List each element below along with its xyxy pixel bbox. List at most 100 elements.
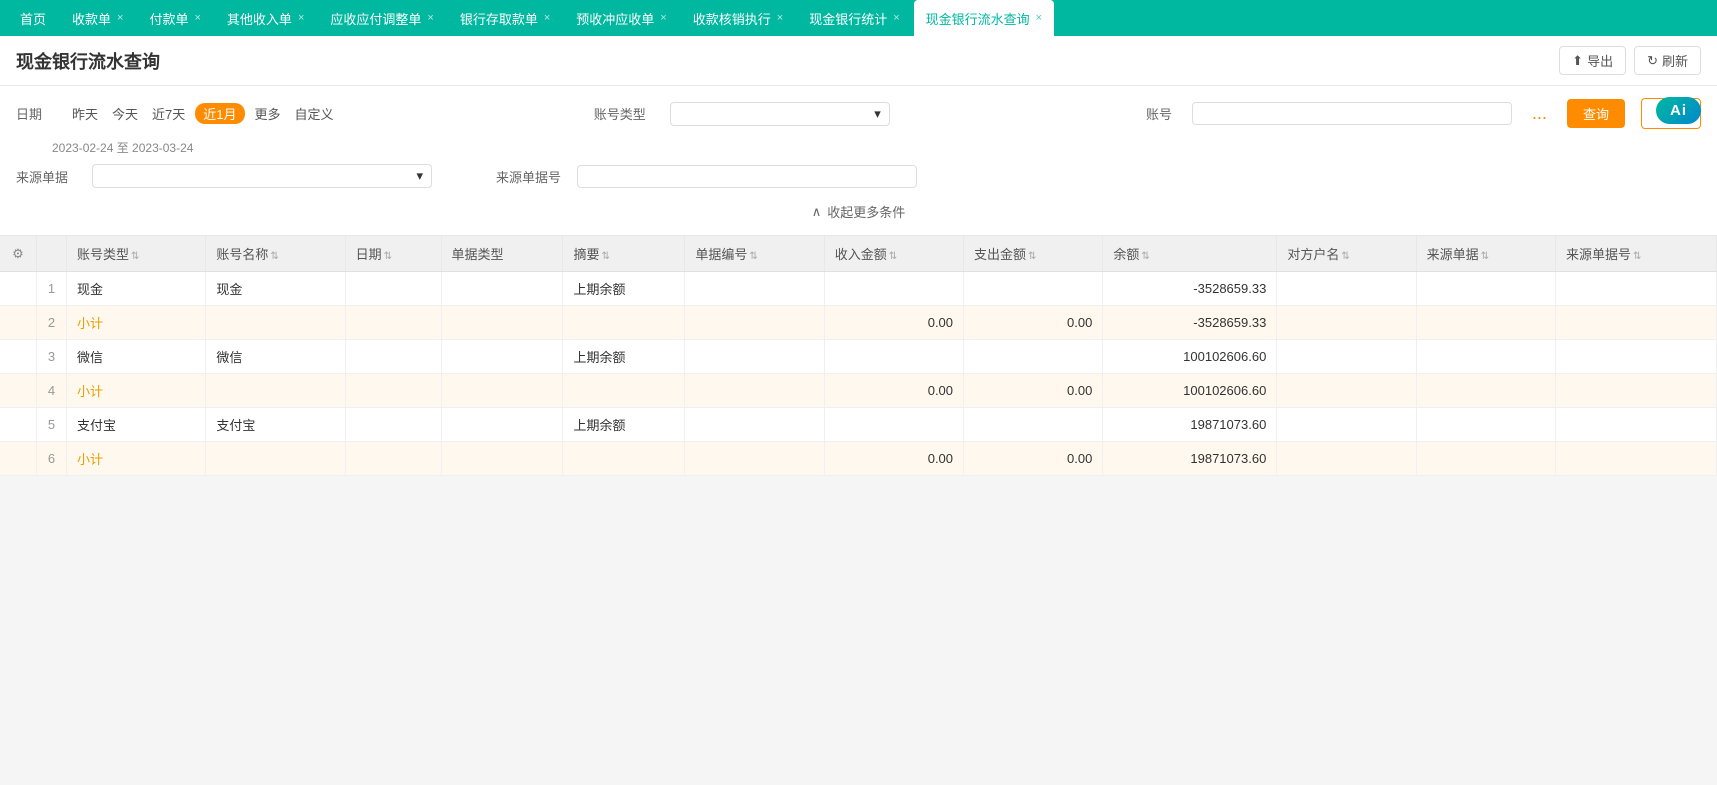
nav-tab-other-income[interactable]: 其他收入单 × — [215, 0, 316, 36]
summary-cell — [563, 374, 685, 408]
top-nav: 首页 收款单 × 付款单 × 其他收入单 × 应收应付调整单 × 银行存取款单 … — [0, 0, 1717, 36]
date-cell — [345, 442, 441, 476]
balance-cell: 19871073.60 — [1103, 408, 1277, 442]
nav-tab-payment[interactable]: 付款单 × — [137, 0, 212, 36]
summary-cell — [563, 306, 685, 340]
col-doc-no[interactable]: 单据编号⇅ — [685, 236, 824, 272]
ai-button[interactable]: Ai — [1656, 97, 1701, 124]
row-num-cell: 6 — [37, 442, 67, 476]
col-expense[interactable]: 支出金额⇅ — [964, 236, 1103, 272]
col-summary[interactable]: 摘要⇅ — [563, 236, 685, 272]
query-button[interactable]: 查询 — [1567, 99, 1625, 128]
income-cell — [824, 340, 963, 374]
col-source-doc[interactable]: 来源单据⇅ — [1416, 236, 1555, 272]
col-doc-type: 单据类型 — [441, 236, 563, 272]
close-icon[interactable]: × — [427, 12, 433, 24]
table-row[interactable]: 4小计0.000.00100102606.60 — [0, 374, 1717, 408]
nav-tab-receipt-verify[interactable]: 收款核销执行 × — [681, 0, 795, 36]
col-counterpart[interactable]: 对方户名⇅ — [1277, 236, 1416, 272]
doc-no-cell — [685, 272, 824, 306]
date-today[interactable]: 今天 — [108, 103, 142, 124]
dots-button[interactable]: ... — [1528, 103, 1551, 124]
col-account-type[interactable]: 账号类型⇅ — [67, 236, 206, 272]
nav-tab-pre-receipt[interactable]: 预收冲应收单 × — [564, 0, 678, 36]
date-cell — [345, 374, 441, 408]
date-yesterday[interactable]: 昨天 — [68, 103, 102, 124]
source-doc-no-cell — [1555, 272, 1716, 306]
table-header-row: ⚙ 账号类型⇅ 账号名称⇅ 日期⇅ 单据类型 摘要⇅ 单据编号⇅ 收入金额⇅ 支… — [0, 236, 1717, 272]
date-custom[interactable]: 自定义 — [291, 103, 338, 124]
refresh-button[interactable]: ↻ 刷新 — [1634, 46, 1701, 75]
balance-cell: 19871073.60 — [1103, 442, 1277, 476]
col-gear-cell — [0, 272, 37, 306]
col-balance[interactable]: 余额⇅ — [1103, 236, 1277, 272]
page-header: 现金银行流水查询 ⬆ 导出 ↻ 刷新 — [0, 36, 1717, 86]
account-label: 账号 — [1146, 104, 1176, 123]
col-income[interactable]: 收入金额⇅ — [824, 236, 963, 272]
close-icon[interactable]: × — [544, 12, 550, 24]
expense-cell — [964, 272, 1103, 306]
source-doc-no-cell — [1555, 442, 1716, 476]
source-doc-no-input[interactable] — [577, 165, 917, 188]
col-source-doc-no[interactable]: 来源单据号⇅ — [1555, 236, 1716, 272]
row-num-cell: 5 — [37, 408, 67, 442]
table-row[interactable]: 5支付宝支付宝上期余额19871073.60 — [0, 408, 1717, 442]
row-num-cell: 3 — [37, 340, 67, 374]
close-icon[interactable]: × — [1036, 12, 1042, 24]
income-cell — [824, 272, 963, 306]
income-cell — [824, 408, 963, 442]
table-row[interactable]: 1现金现金上期余额-3528659.33 — [0, 272, 1717, 306]
source-doc-cell — [1416, 306, 1555, 340]
date-recent7[interactable]: 近7天 — [148, 103, 189, 124]
row-num-cell: 1 — [37, 272, 67, 306]
source-doc-no-cell — [1555, 340, 1716, 374]
export-icon: ⬆ — [1572, 53, 1583, 69]
col-account-name[interactable]: 账号名称⇅ — [206, 236, 345, 272]
close-icon[interactable]: × — [660, 12, 666, 24]
nav-tab-bank-deposit[interactable]: 银行存取款单 × — [448, 0, 562, 36]
table-row[interactable]: 3微信微信上期余额100102606.60 — [0, 340, 1717, 374]
close-icon[interactable]: × — [194, 12, 200, 24]
doc-type-cell — [441, 272, 563, 306]
account-input[interactable] — [1192, 102, 1512, 125]
col-date[interactable]: 日期⇅ — [345, 236, 441, 272]
doc-type-cell — [441, 408, 563, 442]
col-gear-cell — [0, 408, 37, 442]
nav-tab-cash-stat[interactable]: 现金银行统计 × — [797, 0, 911, 36]
collapse-bar[interactable]: ∧ 收起更多条件 — [16, 198, 1701, 223]
counterpart-cell — [1277, 374, 1416, 408]
source-doc-label: 来源单据 — [16, 167, 76, 186]
source-doc-cell — [1416, 408, 1555, 442]
source-doc-no-label: 来源单据号 — [496, 167, 561, 186]
col-gear-cell — [0, 340, 37, 374]
account-name-cell — [206, 442, 345, 476]
table-row[interactable]: 6小计0.000.0019871073.60 — [0, 442, 1717, 476]
nav-tab-home[interactable]: 首页 — [8, 0, 58, 36]
close-icon[interactable]: × — [777, 12, 783, 24]
close-icon[interactable]: × — [893, 12, 899, 24]
nav-tab-ar-ap-adj[interactable]: 应收应付调整单 × — [318, 0, 445, 36]
source-doc-select[interactable]: ▾ — [92, 164, 432, 188]
nav-tab-cash-flow-query[interactable]: 现金银行流水查询 × — [914, 0, 1054, 36]
chevron-down-icon: ▾ — [874, 106, 881, 122]
date-more[interactable]: 更多 — [251, 103, 285, 124]
summary-cell: 上期余额 — [563, 408, 685, 442]
export-button[interactable]: ⬆ 导出 — [1559, 46, 1626, 75]
account-type-select[interactable]: ▾ — [670, 102, 890, 126]
gear-icon[interactable]: ⚙ — [10, 246, 26, 262]
account-name-cell — [206, 306, 345, 340]
expense-cell: 0.00 — [964, 442, 1103, 476]
close-icon[interactable]: × — [298, 12, 304, 24]
source-doc-cell — [1416, 340, 1555, 374]
refresh-icon: ↻ — [1647, 53, 1658, 69]
table-row[interactable]: 2小计0.000.00-3528659.33 — [0, 306, 1717, 340]
doc-type-cell — [441, 306, 563, 340]
date-recent1m[interactable]: 近1月 — [195, 103, 244, 124]
expense-cell: 0.00 — [964, 306, 1103, 340]
date-cell — [345, 340, 441, 374]
doc-type-cell — [441, 442, 563, 476]
close-icon[interactable]: × — [117, 12, 123, 24]
nav-tab-receipt[interactable]: 收款单 × — [60, 0, 135, 36]
date-shortcuts: 昨天 今天 近7天 近1月 更多 自定义 — [68, 103, 338, 124]
table-container: ⚙ 账号类型⇅ 账号名称⇅ 日期⇅ 单据类型 摘要⇅ 单据编号⇅ 收入金额⇅ 支… — [0, 236, 1717, 476]
